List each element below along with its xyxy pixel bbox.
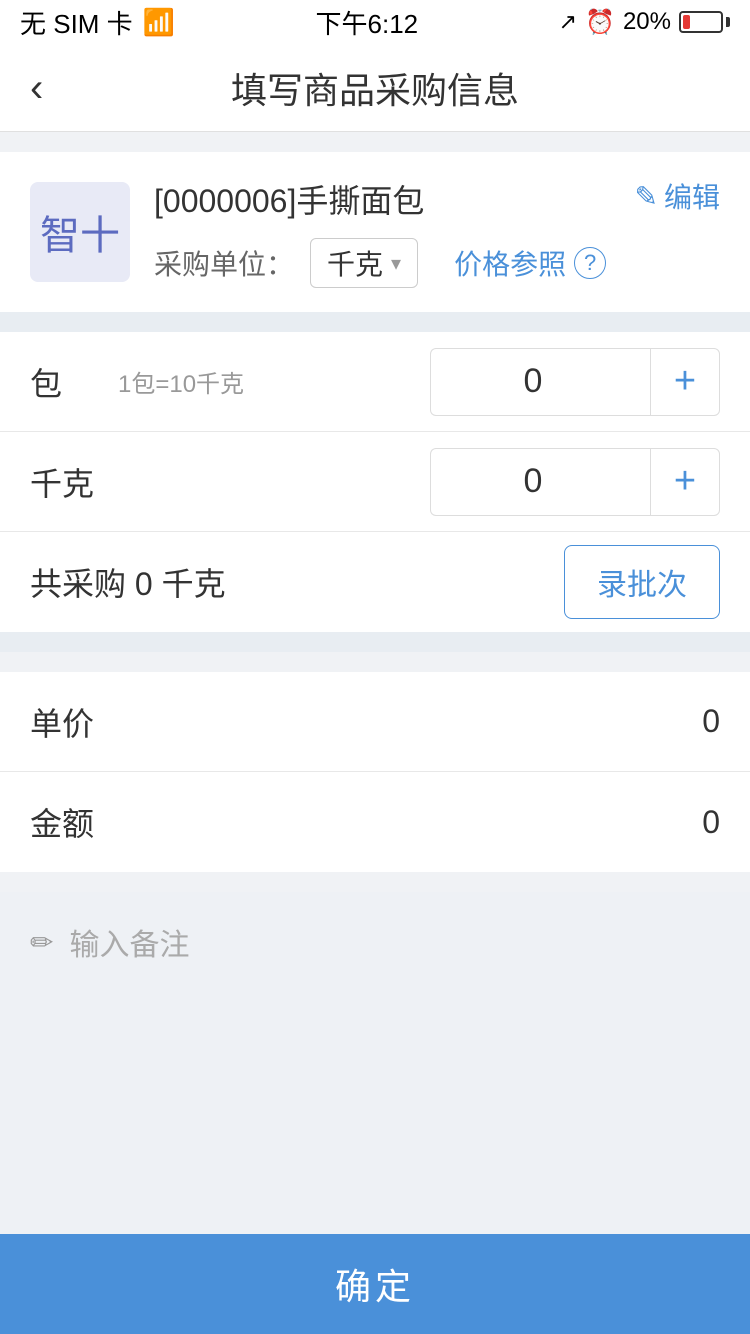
product-card: 智十 [0000006]手撕面包 采购单位： 千克 ▾ 价格参照 ? ✎ 编辑 (0, 152, 750, 312)
help-icon: ? (574, 247, 606, 279)
wifi-icon: 📶 (143, 7, 175, 38)
section-divider-1 (0, 312, 750, 332)
pack-input-row: 包 1包=10千克 + (0, 332, 750, 432)
unit-select-dropdown[interactable]: 千克 ▾ (310, 238, 418, 288)
total-row: 共采购 0 千克 录批次 (0, 532, 750, 632)
pack-quantity-input-box: + (430, 348, 720, 416)
unit-price-row: 单价 0 (0, 672, 750, 772)
remark-placeholder: 输入备注 (69, 920, 189, 964)
kg-plus-button[interactable]: + (650, 448, 720, 516)
amount-label: 金额 (30, 799, 94, 845)
price-ref-label: 价格参照 (454, 243, 566, 283)
kg-input-row: 千克 + (0, 432, 750, 532)
purchase-unit-label: 采购单位： (154, 243, 294, 283)
battery-percentage: 20% (623, 8, 671, 36)
page-title: 填写商品采购信息 (231, 62, 519, 114)
plus-icon: + (674, 360, 696, 403)
carrier-text: 无 SIM 卡 (20, 4, 133, 41)
nav-bar: ‹ 填写商品采购信息 (0, 44, 750, 132)
pack-sublabel: 1包=10千克 (118, 364, 244, 399)
total-unit: 千克 (162, 566, 226, 602)
product-thumbnail: 智十 (30, 182, 130, 282)
total-label: 共采购 0 千克 (30, 559, 226, 605)
amount-row: 金额 0 (0, 772, 750, 872)
pack-label: 包 (30, 359, 110, 405)
pack-quantity-input[interactable] (430, 348, 650, 416)
chevron-down-icon: ▾ (391, 251, 401, 276)
section-divider-2 (0, 632, 750, 652)
kg-quantity-input[interactable] (430, 448, 650, 516)
status-bar: 无 SIM 卡 📶 下午6:12 ↗ ⏰ 20% (0, 0, 750, 44)
confirm-button[interactable]: 确定 (0, 1234, 750, 1334)
pack-plus-button[interactable]: + (650, 348, 720, 416)
remark-section[interactable]: ✏ 输入备注 (0, 892, 750, 992)
price-info-section: 单价 0 金额 0 (0, 672, 750, 872)
pencil-icon: ✏ (30, 926, 53, 959)
total-value: 0 (135, 566, 153, 602)
content-fill-area (0, 992, 750, 1234)
edit-button[interactable]: ✎ 编辑 (635, 176, 720, 216)
kg-quantity-input-box: + (430, 448, 720, 516)
location-icon: ↗ (559, 9, 577, 35)
amount-value: 0 (702, 804, 720, 841)
battery-indicator (679, 11, 730, 33)
input-section: 包 1包=10千克 + 千克 + (0, 332, 750, 532)
kg-label: 千克 (30, 459, 110, 505)
edit-icon: ✎ (635, 180, 658, 213)
unit-price-label: 单价 (30, 699, 94, 745)
alarm-icon: ⏰ (585, 8, 615, 37)
price-reference-button[interactable]: 价格参照 ? (454, 243, 606, 283)
plus-icon-2: + (674, 460, 696, 503)
record-batch-button[interactable]: 录批次 (564, 545, 720, 619)
product-info: [0000006]手撕面包 采购单位： 千克 ▾ 价格参照 ? (130, 176, 720, 288)
time-display: 下午6:12 (316, 4, 419, 41)
unit-price-value: 0 (702, 703, 720, 740)
unit-value: 千克 (327, 243, 383, 283)
edit-label: 编辑 (664, 176, 720, 216)
product-logo-icon: 智十 (40, 203, 120, 261)
back-button[interactable]: ‹ (30, 68, 63, 108)
